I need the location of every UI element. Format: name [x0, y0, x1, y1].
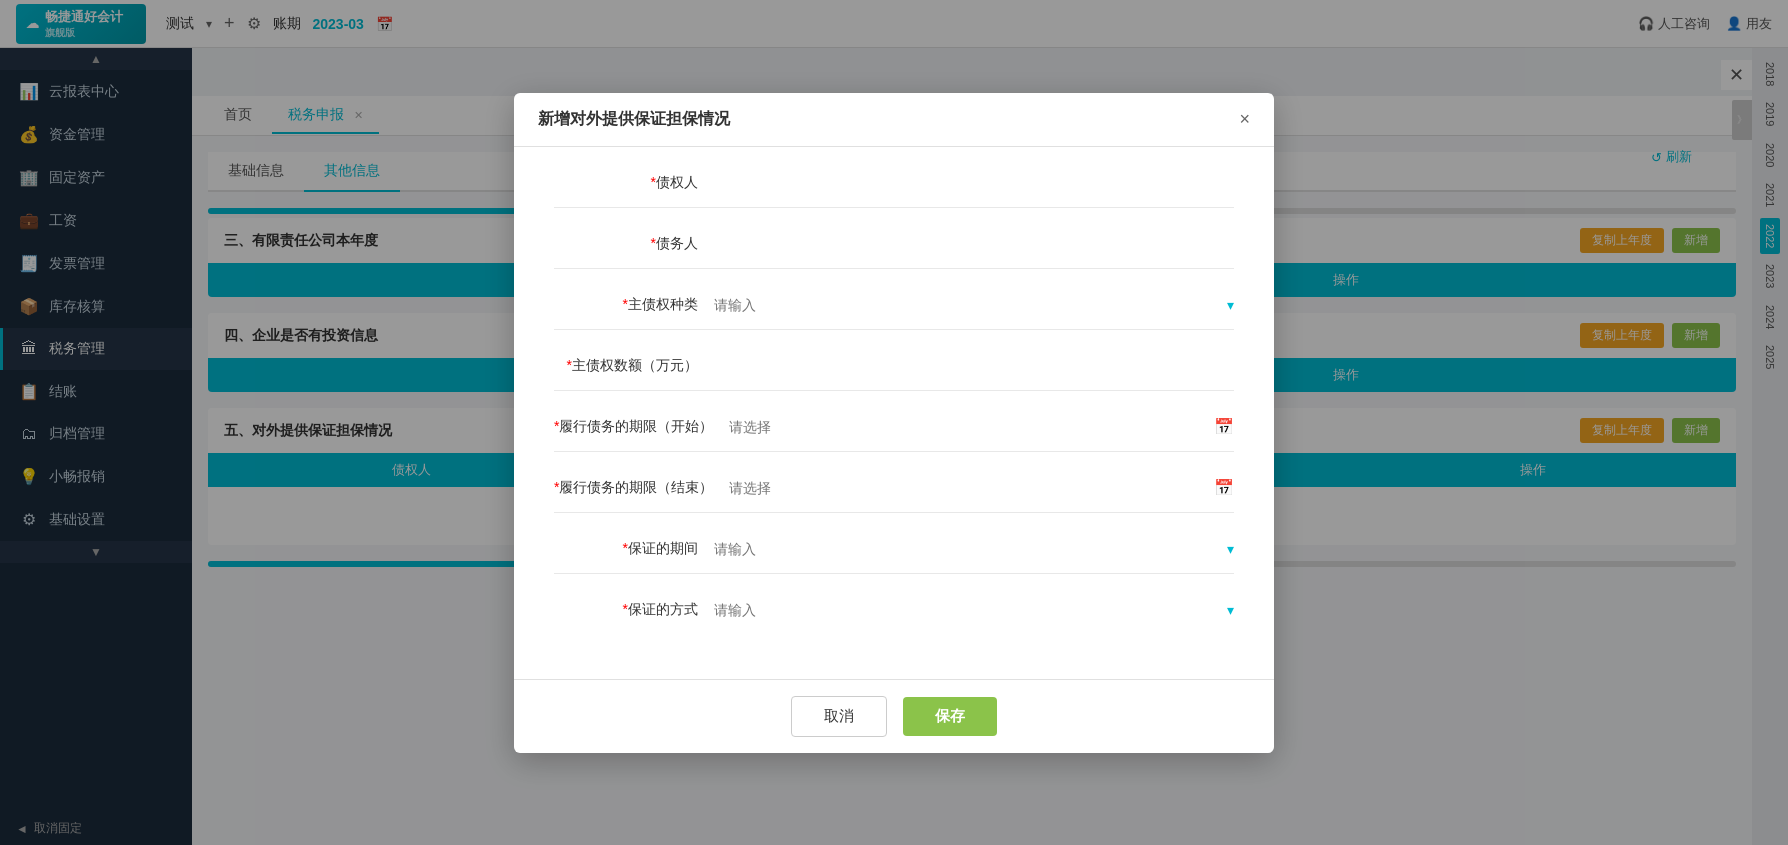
claim-amount-required: *: [567, 357, 572, 373]
guarantee-method-required: *: [623, 601, 628, 617]
claim-type-label: *主债权种类: [554, 296, 714, 314]
claim-type-wrapper: ▾: [714, 293, 1234, 317]
period-start-required: *: [554, 418, 559, 434]
guarantee-method-label: *保证的方式: [554, 601, 714, 619]
creditor-required: *: [651, 174, 656, 190]
guarantee-period-required: *: [623, 540, 628, 556]
modal-footer: 取消 保存: [514, 679, 1274, 753]
form-row-claim-type: *主债权种类 ▾: [554, 293, 1234, 330]
period-end-wrapper: 📅: [729, 476, 1234, 500]
period-end-input[interactable]: [729, 476, 1214, 500]
form-row-claim-amount: *主债权数额（万元）: [554, 354, 1234, 391]
period-end-required: *: [554, 479, 559, 495]
guarantee-period-label: *保证的期间: [554, 540, 714, 558]
period-start-label: *履行债务的期限（开始）: [554, 418, 729, 436]
period-start-calendar-icon[interactable]: 📅: [1214, 417, 1234, 436]
claim-amount-input[interactable]: [714, 354, 1234, 378]
claim-amount-label: *主债权数额（万元）: [554, 357, 714, 375]
cancel-button[interactable]: 取消: [791, 696, 887, 737]
modal-header: 新增对外提供保证担保情况 ×: [514, 93, 1274, 147]
form-row-debtor: *债务人: [554, 232, 1234, 269]
debtor-input[interactable]: [714, 232, 1234, 256]
period-end-calendar-icon[interactable]: 📅: [1214, 478, 1234, 497]
form-row-guarantee-method: *保证的方式 ▾: [554, 598, 1234, 634]
form-row-period-start: *履行债务的期限（开始） 📅: [554, 415, 1234, 452]
modal-close-button[interactable]: ×: [1239, 110, 1250, 128]
modal-body: *债权人 *债务人 *主债权种类 ▾: [514, 147, 1274, 679]
guarantee-period-chevron-icon[interactable]: ▾: [1227, 541, 1234, 557]
debtor-label: *债务人: [554, 235, 714, 253]
period-start-input[interactable]: [729, 415, 1214, 439]
claim-type-chevron-icon[interactable]: ▾: [1227, 297, 1234, 313]
form-row-period-end: *履行债务的期限（结束） 📅: [554, 476, 1234, 513]
form-row-creditor: *债权人: [554, 171, 1234, 208]
claim-type-required: *: [623, 296, 628, 312]
guarantee-method-wrapper: ▾: [714, 598, 1234, 622]
claim-type-input[interactable]: [714, 293, 1227, 317]
form-row-guarantee-period: *保证的期间 ▾: [554, 537, 1234, 574]
guarantee-period-wrapper: ▾: [714, 537, 1234, 561]
creditor-input[interactable]: [714, 171, 1234, 195]
debtor-required: *: [651, 235, 656, 251]
creditor-label: *债权人: [554, 174, 714, 192]
guarantee-period-input[interactable]: [714, 537, 1227, 561]
period-end-label: *履行债务的期限（结束）: [554, 479, 729, 497]
guarantee-method-input[interactable]: [714, 598, 1227, 622]
save-button[interactable]: 保存: [903, 697, 997, 736]
guarantee-method-chevron-icon[interactable]: ▾: [1227, 602, 1234, 618]
period-start-wrapper: 📅: [729, 415, 1234, 439]
modal-dialog: 新增对外提供保证担保情况 × *债权人 *债务人 *: [514, 93, 1274, 753]
modal-overlay: 新增对外提供保证担保情况 × *债权人 *债务人 *: [0, 0, 1788, 845]
modal-title: 新增对外提供保证担保情况: [538, 109, 730, 130]
